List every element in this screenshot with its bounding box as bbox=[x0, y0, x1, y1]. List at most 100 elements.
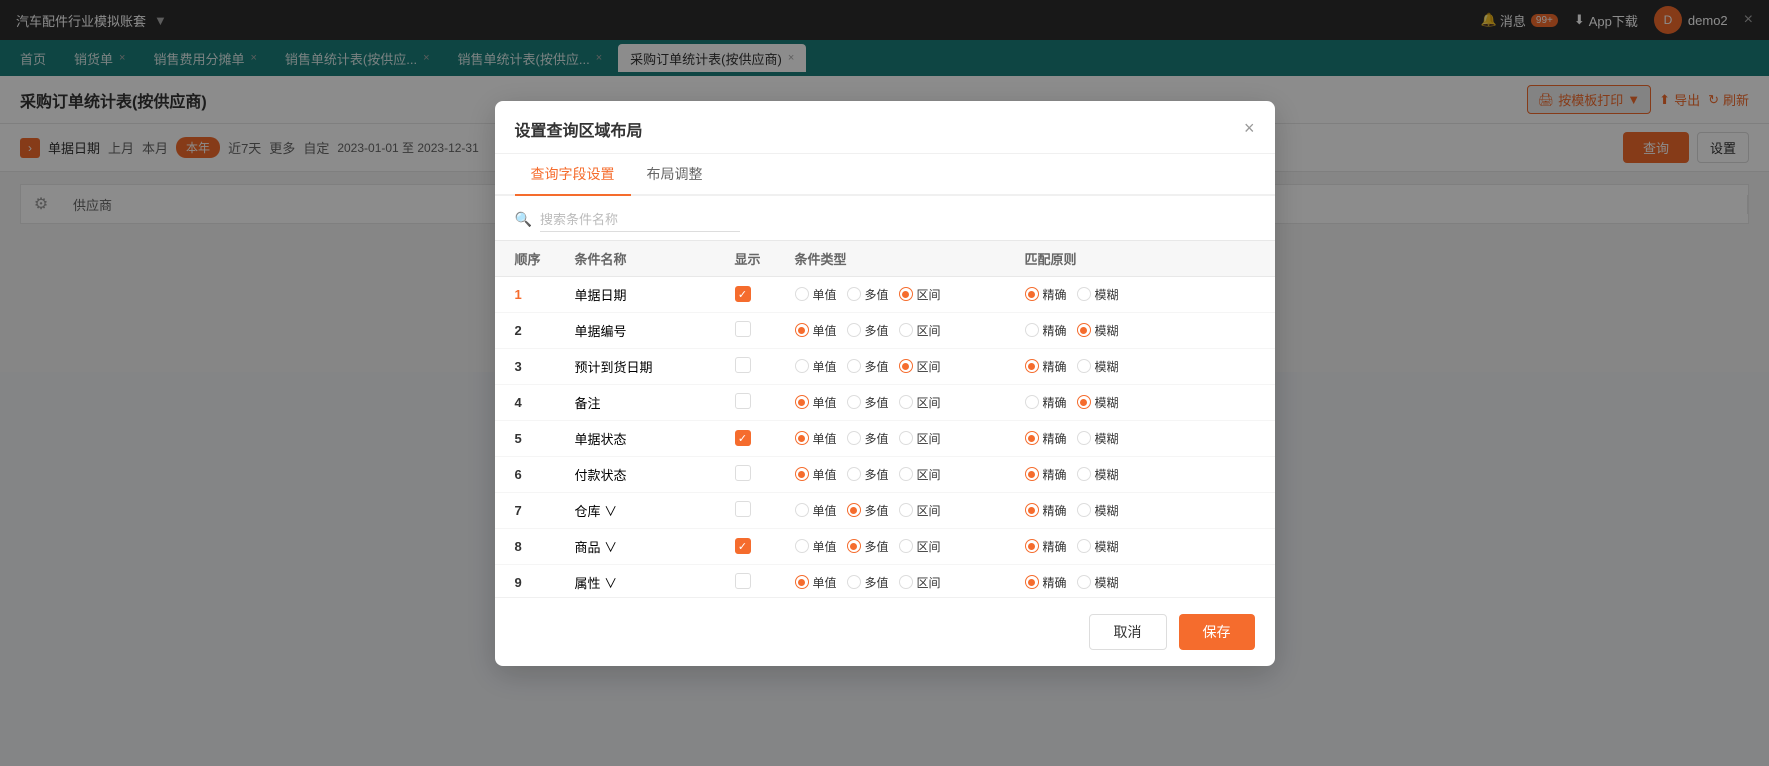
save-button[interactable]: 保存 bbox=[1179, 614, 1255, 650]
match-fuzzy-5[interactable]: 模糊 bbox=[1077, 430, 1119, 447]
type-multi-1[interactable]: 多值 bbox=[847, 286, 889, 303]
display-checkbox-1[interactable] bbox=[735, 286, 751, 302]
match-exact-8[interactable]: 精确 bbox=[1025, 538, 1067, 555]
type-range-4[interactable]: 区间 bbox=[899, 394, 941, 411]
radio-range-5[interactable] bbox=[899, 431, 913, 445]
radio-single-3[interactable] bbox=[795, 359, 809, 373]
type-multi-9[interactable]: 多值 bbox=[847, 574, 889, 591]
radio-multi-5[interactable] bbox=[847, 431, 861, 445]
radio-exact-9[interactable] bbox=[1025, 575, 1039, 589]
type-range-2[interactable]: 区间 bbox=[899, 322, 941, 339]
radio-exact-6[interactable] bbox=[1025, 467, 1039, 481]
row-display-6[interactable] bbox=[735, 465, 795, 484]
radio-single-9[interactable] bbox=[795, 575, 809, 589]
radio-range-6[interactable] bbox=[899, 467, 913, 481]
display-checkbox-9[interactable] bbox=[735, 573, 751, 589]
radio-multi-2[interactable] bbox=[847, 323, 861, 337]
match-fuzzy-2[interactable]: 模糊 bbox=[1077, 322, 1119, 339]
radio-multi-1[interactable] bbox=[847, 287, 861, 301]
radio-single-7[interactable] bbox=[795, 503, 809, 517]
row-display-4[interactable] bbox=[735, 393, 795, 412]
row-display-9[interactable] bbox=[735, 573, 795, 592]
match-fuzzy-3[interactable]: 模糊 bbox=[1077, 358, 1119, 375]
radio-exact-8[interactable] bbox=[1025, 539, 1039, 553]
match-fuzzy-7[interactable]: 模糊 bbox=[1077, 502, 1119, 519]
type-single-6[interactable]: 单值 bbox=[795, 466, 837, 483]
type-single-9[interactable]: 单值 bbox=[795, 574, 837, 591]
type-single-4[interactable]: 单值 bbox=[795, 394, 837, 411]
type-range-5[interactable]: 区间 bbox=[899, 430, 941, 447]
display-checkbox-3[interactable] bbox=[735, 357, 751, 373]
radio-exact-3[interactable] bbox=[1025, 359, 1039, 373]
match-fuzzy-6[interactable]: 模糊 bbox=[1077, 466, 1119, 483]
type-range-3[interactable]: 区间 bbox=[899, 358, 941, 375]
radio-fuzzy-3[interactable] bbox=[1077, 359, 1091, 373]
match-fuzzy-4[interactable]: 模糊 bbox=[1077, 394, 1119, 411]
type-range-8[interactable]: 区间 bbox=[899, 538, 941, 555]
display-checkbox-7[interactable] bbox=[735, 501, 751, 517]
display-checkbox-2[interactable] bbox=[735, 321, 751, 337]
display-checkbox-6[interactable] bbox=[735, 465, 751, 481]
dialog-search-input[interactable] bbox=[540, 208, 740, 232]
match-exact-7[interactable]: 精确 bbox=[1025, 502, 1067, 519]
radio-fuzzy-1[interactable] bbox=[1077, 287, 1091, 301]
display-checkbox-4[interactable] bbox=[735, 393, 751, 409]
radio-range-3[interactable] bbox=[899, 359, 913, 373]
radio-range-1[interactable] bbox=[899, 287, 913, 301]
radio-single-2[interactable] bbox=[795, 323, 809, 337]
row-display-1[interactable] bbox=[735, 286, 795, 303]
radio-fuzzy-9[interactable] bbox=[1077, 575, 1091, 589]
type-multi-6[interactable]: 多值 bbox=[847, 466, 889, 483]
radio-range-2[interactable] bbox=[899, 323, 913, 337]
match-exact-3[interactable]: 精确 bbox=[1025, 358, 1067, 375]
radio-multi-6[interactable] bbox=[847, 467, 861, 481]
radio-single-1[interactable] bbox=[795, 287, 809, 301]
type-multi-7[interactable]: 多值 bbox=[847, 502, 889, 519]
match-exact-6[interactable]: 精确 bbox=[1025, 466, 1067, 483]
match-fuzzy-1[interactable]: 模糊 bbox=[1077, 286, 1119, 303]
match-exact-5[interactable]: 精确 bbox=[1025, 430, 1067, 447]
radio-range-4[interactable] bbox=[899, 395, 913, 409]
type-range-6[interactable]: 区间 bbox=[899, 466, 941, 483]
type-range-7[interactable]: 区间 bbox=[899, 502, 941, 519]
radio-multi-8[interactable] bbox=[847, 539, 861, 553]
radio-single-6[interactable] bbox=[795, 467, 809, 481]
radio-multi-4[interactable] bbox=[847, 395, 861, 409]
radio-range-9[interactable] bbox=[899, 575, 913, 589]
type-multi-8[interactable]: 多值 bbox=[847, 538, 889, 555]
radio-multi-3[interactable] bbox=[847, 359, 861, 373]
row-display-8[interactable] bbox=[735, 538, 795, 555]
type-single-2[interactable]: 单值 bbox=[795, 322, 837, 339]
radio-fuzzy-4[interactable] bbox=[1077, 395, 1091, 409]
radio-single-5[interactable] bbox=[795, 431, 809, 445]
radio-single-8[interactable] bbox=[795, 539, 809, 553]
radio-fuzzy-7[interactable] bbox=[1077, 503, 1091, 517]
type-multi-2[interactable]: 多值 bbox=[847, 322, 889, 339]
match-exact-2[interactable]: 精确 bbox=[1025, 322, 1067, 339]
row-display-5[interactable] bbox=[735, 430, 795, 447]
radio-fuzzy-8[interactable] bbox=[1077, 539, 1091, 553]
radio-multi-7[interactable] bbox=[847, 503, 861, 517]
dialog-close-button[interactable]: × bbox=[1244, 118, 1255, 151]
radio-multi-9[interactable] bbox=[847, 575, 861, 589]
type-multi-4[interactable]: 多值 bbox=[847, 394, 889, 411]
display-checkbox-8[interactable] bbox=[735, 538, 751, 554]
type-single-3[interactable]: 单值 bbox=[795, 358, 837, 375]
row-display-7[interactable] bbox=[735, 501, 795, 520]
radio-exact-5[interactable] bbox=[1025, 431, 1039, 445]
display-checkbox-5[interactable] bbox=[735, 430, 751, 446]
radio-fuzzy-6[interactable] bbox=[1077, 467, 1091, 481]
type-range-9[interactable]: 区间 bbox=[899, 574, 941, 591]
radio-exact-7[interactable] bbox=[1025, 503, 1039, 517]
radio-exact-2[interactable] bbox=[1025, 323, 1039, 337]
radio-fuzzy-5[interactable] bbox=[1077, 431, 1091, 445]
match-exact-1[interactable]: 精确 bbox=[1025, 286, 1067, 303]
dialog-tab-layout[interactable]: 布局调整 bbox=[631, 154, 719, 196]
row-display-3[interactable] bbox=[735, 357, 795, 376]
type-single-8[interactable]: 单值 bbox=[795, 538, 837, 555]
dialog-tab-fields[interactable]: 查询字段设置 bbox=[515, 154, 631, 196]
match-exact-4[interactable]: 精确 bbox=[1025, 394, 1067, 411]
type-range-1[interactable]: 区间 bbox=[899, 286, 941, 303]
type-multi-3[interactable]: 多值 bbox=[847, 358, 889, 375]
radio-range-7[interactable] bbox=[899, 503, 913, 517]
